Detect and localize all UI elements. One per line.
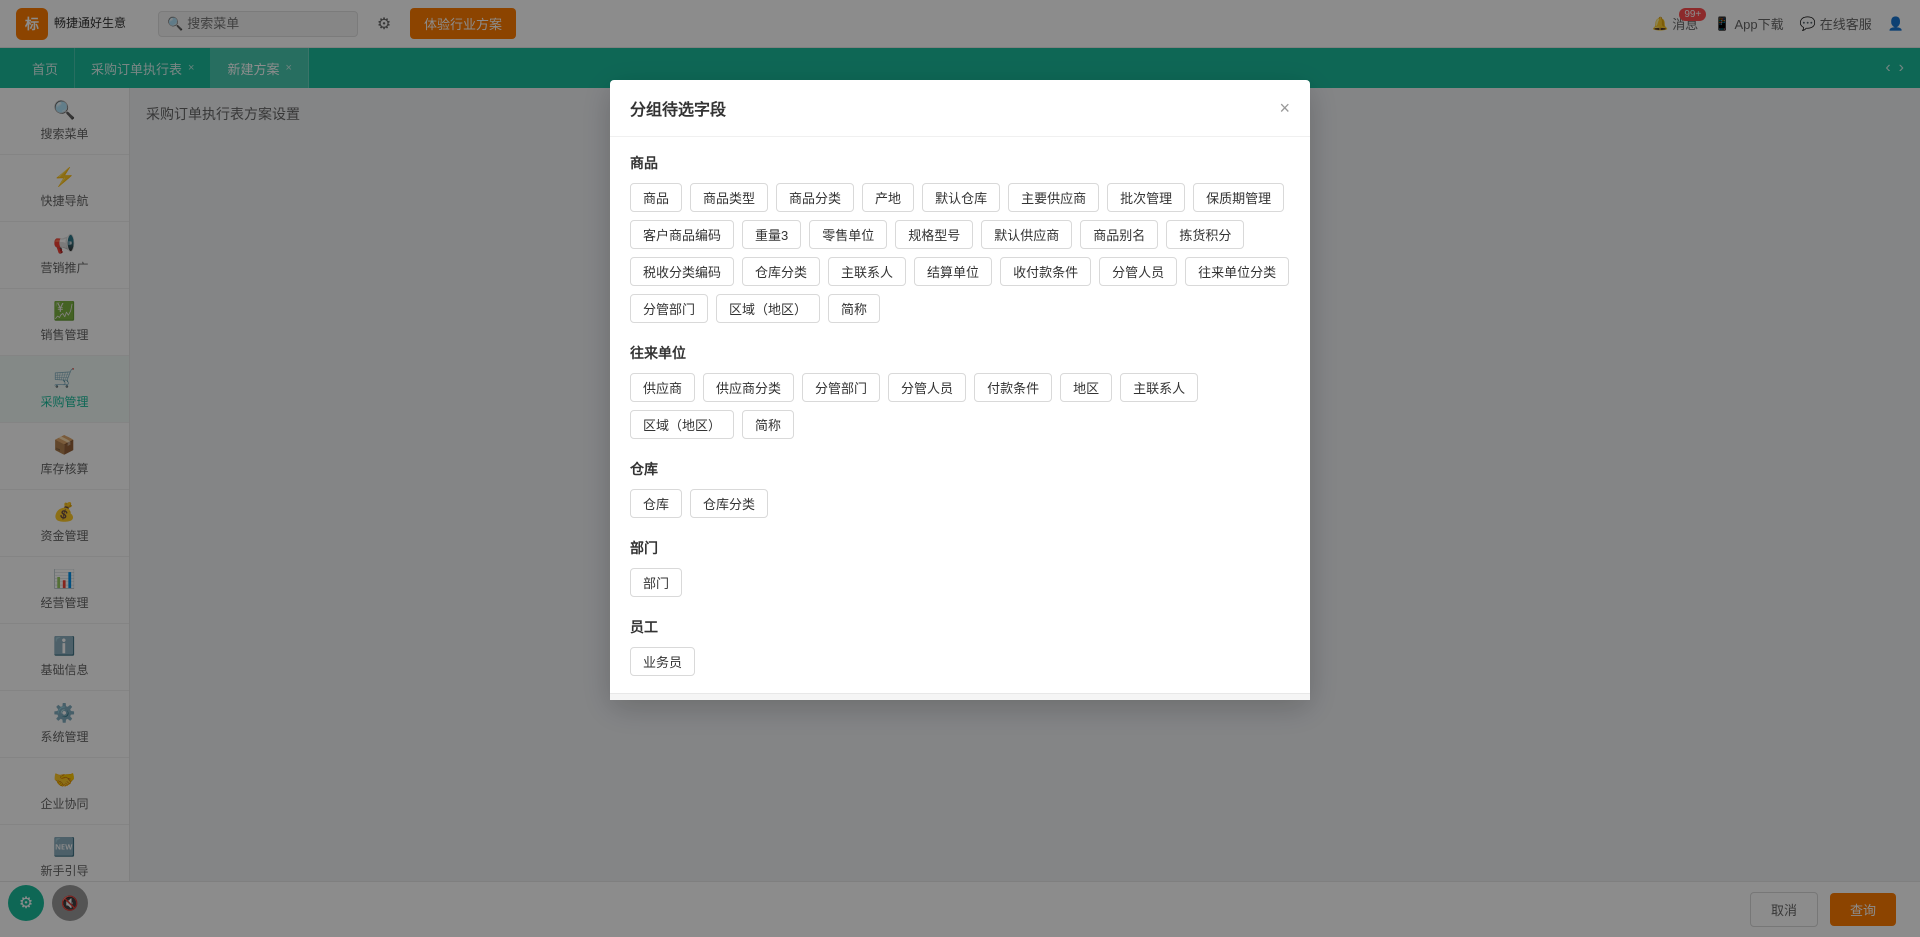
field-tag[interactable]: 仓库分类 <box>742 257 820 286</box>
section-partner-label: 往来单位 <box>630 343 1290 363</box>
field-tag[interactable]: 地区 <box>1060 373 1112 402</box>
field-tag[interactable]: 供应商分类 <box>703 373 794 402</box>
field-tag[interactable]: 简称 <box>742 410 794 439</box>
employee-field-tags: 业务员 <box>630 647 1290 676</box>
section-warehouse: 仓库 仓库 仓库分类 <box>630 459 1290 518</box>
section-goods: 商品 商品 商品类型 商品分类 产地 默认仓库 主要供应商 批次管理 保质期管理… <box>630 153 1290 323</box>
field-tag[interactable]: 税收分类编码 <box>630 257 734 286</box>
modal-title: 分组待选字段 <box>630 96 726 120</box>
field-tag[interactable]: 往来单位分类 <box>1185 257 1289 286</box>
dept-field-tags: 部门 <box>630 568 1290 597</box>
field-tag[interactable]: 默认供应商 <box>981 220 1072 249</box>
modal-overlay: 分组待选字段 × 商品 商品 商品类型 商品分类 产地 默认仓库 主要供应商 批… <box>0 0 1920 937</box>
section-department: 部门 部门 <box>630 538 1290 597</box>
field-tag[interactable]: 重量3 <box>742 220 801 249</box>
field-tag[interactable]: 仓库 <box>630 489 682 518</box>
modal-body: 商品 商品 商品类型 商品分类 产地 默认仓库 主要供应商 批次管理 保质期管理… <box>610 137 1310 693</box>
section-employee-label: 员工 <box>630 617 1290 637</box>
field-tag[interactable]: 拣货积分 <box>1166 220 1244 249</box>
field-tag[interactable]: 区域（地区） <box>716 294 820 323</box>
section-goods-label: 商品 <box>630 153 1290 173</box>
field-tag[interactable]: 商品分类 <box>776 183 854 212</box>
field-tag[interactable]: 规格型号 <box>895 220 973 249</box>
field-tag[interactable]: 主要供应商 <box>1008 183 1099 212</box>
section-department-label: 部门 <box>630 538 1290 558</box>
field-tag[interactable]: 主联系人 <box>1120 373 1198 402</box>
field-tag[interactable]: 商品 <box>630 183 682 212</box>
field-tag[interactable]: 收付款条件 <box>1000 257 1091 286</box>
field-tag[interactable]: 主联系人 <box>828 257 906 286</box>
field-tag[interactable]: 部门 <box>630 568 682 597</box>
field-tag[interactable]: 客户商品编码 <box>630 220 734 249</box>
field-tag[interactable]: 分管部门 <box>630 294 708 323</box>
field-tag[interactable]: 默认仓库 <box>922 183 1000 212</box>
field-tag[interactable]: 批次管理 <box>1107 183 1185 212</box>
partner-field-tags: 供应商 供应商分类 分管部门 分管人员 付款条件 地区 主联系人 区域（地区） … <box>630 373 1290 439</box>
field-tag[interactable]: 分管部门 <box>802 373 880 402</box>
field-tag[interactable]: 产地 <box>862 183 914 212</box>
modal-field-selector: 分组待选字段 × 商品 商品 商品类型 商品分类 产地 默认仓库 主要供应商 批… <box>610 80 1310 700</box>
field-tag[interactable]: 结算单位 <box>914 257 992 286</box>
field-tag[interactable]: 仓库分类 <box>690 489 768 518</box>
field-tag[interactable]: 供应商 <box>630 373 695 402</box>
section-warehouse-label: 仓库 <box>630 459 1290 479</box>
field-tag[interactable]: 分管人员 <box>888 373 966 402</box>
field-tag[interactable]: 分管人员 <box>1099 257 1177 286</box>
field-tag[interactable]: 付款条件 <box>974 373 1052 402</box>
modal-close-button[interactable]: × <box>1279 98 1290 119</box>
field-tag[interactable]: 业务员 <box>630 647 695 676</box>
field-tag[interactable]: 简称 <box>828 294 880 323</box>
section-employee: 员工 业务员 <box>630 617 1290 676</box>
modal-horizontal-scrollbar[interactable] <box>610 693 1310 700</box>
section-partner: 往来单位 供应商 供应商分类 分管部门 分管人员 付款条件 地区 主联系人 区域… <box>630 343 1290 439</box>
warehouse-field-tags: 仓库 仓库分类 <box>630 489 1290 518</box>
field-tag[interactable]: 保质期管理 <box>1193 183 1284 212</box>
goods-field-tags: 商品 商品类型 商品分类 产地 默认仓库 主要供应商 批次管理 保质期管理 客户… <box>630 183 1290 323</box>
field-tag[interactable]: 商品别名 <box>1080 220 1158 249</box>
modal-header: 分组待选字段 × <box>610 80 1310 137</box>
field-tag[interactable]: 区域（地区） <box>630 410 734 439</box>
field-tag[interactable]: 商品类型 <box>690 183 768 212</box>
field-tag[interactable]: 零售单位 <box>809 220 887 249</box>
